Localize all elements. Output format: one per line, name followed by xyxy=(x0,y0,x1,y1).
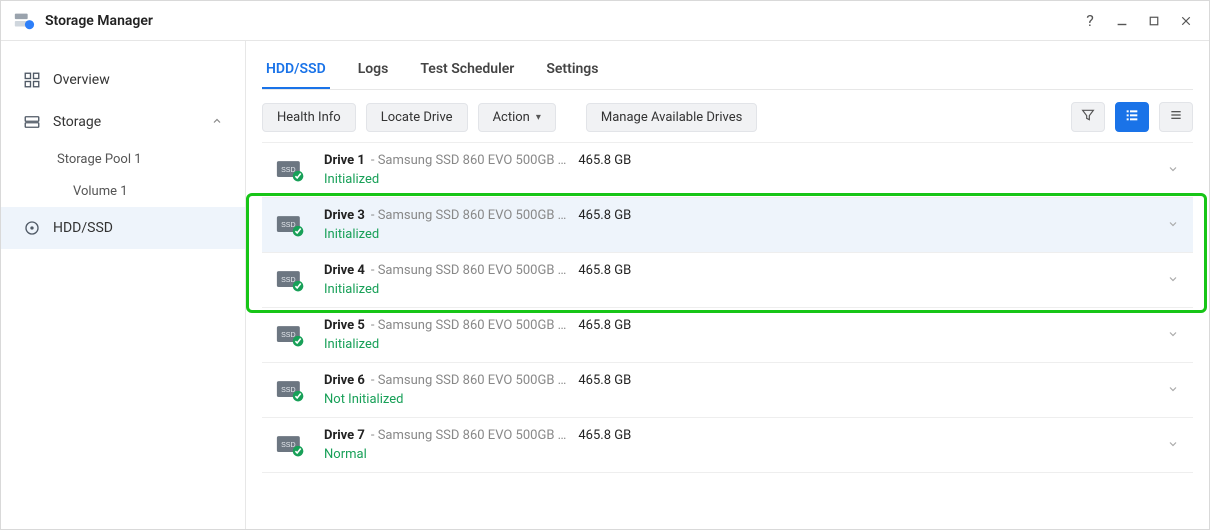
drive-size: 465.8 GB xyxy=(578,373,631,388)
drive-size: 465.8 GB xyxy=(578,428,631,443)
drive-row[interactable]: SSD Drive 7 - Samsung SSD 860 EVO 500GB … xyxy=(262,417,1193,473)
close-button[interactable] xyxy=(1175,10,1197,32)
drive-list: SSD Drive 1 - Samsung SSD 860 EVO 500GB … xyxy=(262,142,1193,473)
drive-name: Drive 3 xyxy=(324,208,365,223)
app-window: Storage Manager ? Overview xyxy=(0,0,1210,530)
minimize-button[interactable] xyxy=(1111,10,1133,32)
locate-drive-button[interactable]: Locate Drive xyxy=(366,103,468,132)
compact-view-button[interactable] xyxy=(1159,102,1193,132)
sidebar-item-storage-pool-1[interactable]: Storage Pool 1 xyxy=(1,143,245,175)
toolbar: Health Info Locate Drive Action ▾ Manage… xyxy=(262,90,1193,142)
sidebar-item-label: Volume 1 xyxy=(73,184,128,199)
tab-hdd-ssd[interactable]: HDD/SSD xyxy=(262,53,330,89)
svg-text:SSD: SSD xyxy=(281,167,296,174)
drive-row[interactable]: SSD Drive 3 - Samsung SSD 860 EVO 500GB … xyxy=(262,197,1193,252)
drive-row[interactable]: SSD Drive 1 - Samsung SSD 860 EVO 500GB … xyxy=(262,142,1193,197)
filter-button[interactable] xyxy=(1071,102,1105,132)
ssd-icon: SSD xyxy=(276,268,306,292)
chevron-down-icon xyxy=(1167,163,1179,178)
chevron-up-icon xyxy=(211,115,223,130)
ssd-icon: SSD xyxy=(276,213,306,237)
drive-status: Initialized xyxy=(324,172,631,187)
list-icon xyxy=(1124,107,1140,127)
ssd-icon: SSD xyxy=(276,433,306,457)
main-panel: HDD/SSD Logs Test Scheduler Settings Hea… xyxy=(246,41,1209,529)
menu-icon xyxy=(1168,107,1184,127)
svg-text:SSD: SSD xyxy=(281,332,296,339)
drive-name: Drive 7 xyxy=(324,428,365,443)
svg-text:SSD: SSD xyxy=(281,442,296,449)
tab-logs[interactable]: Logs xyxy=(354,53,393,89)
help-button[interactable]: ? xyxy=(1079,10,1101,32)
drive-model: - Samsung SSD 860 EVO 500GB … xyxy=(371,318,566,333)
drive-name: Drive 1 xyxy=(324,153,365,168)
drive-size: 465.8 GB xyxy=(578,208,631,223)
drive-model: - Samsung SSD 860 EVO 500GB … xyxy=(371,263,566,278)
chevron-down-icon xyxy=(1167,438,1179,453)
drive-size: 465.8 GB xyxy=(578,153,631,168)
action-button[interactable]: Action ▾ xyxy=(478,103,556,132)
drive-row[interactable]: SSD Drive 6 - Samsung SSD 860 EVO 500GB … xyxy=(262,362,1193,417)
drive-model: - Samsung SSD 860 EVO 500GB … xyxy=(371,428,566,443)
tabs: HDD/SSD Logs Test Scheduler Settings xyxy=(262,41,1193,90)
drive-status: Normal xyxy=(324,447,631,462)
tab-test-scheduler[interactable]: Test Scheduler xyxy=(416,53,518,89)
sidebar: Overview Storage Storage Pool 1 Volume 1 xyxy=(1,41,246,529)
maximize-button[interactable] xyxy=(1143,10,1165,32)
chevron-down-icon xyxy=(1167,383,1179,398)
sidebar-item-label: HDD/SSD xyxy=(53,220,113,236)
sidebar-item-label: Overview xyxy=(53,72,110,88)
sidebar-item-overview[interactable]: Overview xyxy=(1,59,245,101)
drive-status: Initialized xyxy=(324,282,631,297)
ssd-icon: SSD xyxy=(276,323,306,347)
drive-name: Drive 4 xyxy=(324,263,365,278)
drive-row[interactable]: SSD Drive 4 - Samsung SSD 860 EVO 500GB … xyxy=(262,252,1193,307)
svg-text:SSD: SSD xyxy=(281,387,296,394)
annotation-arrow xyxy=(246,223,248,253)
app-icon xyxy=(13,10,35,32)
chevron-down-icon xyxy=(1167,328,1179,343)
storage-icon xyxy=(23,113,41,131)
sidebar-item-hdd-ssd[interactable]: HDD/SSD xyxy=(1,207,245,249)
chevron-down-icon xyxy=(1167,273,1179,288)
drive-model: - Samsung SSD 860 EVO 500GB … xyxy=(371,373,566,388)
svg-text:SSD: SSD xyxy=(281,222,296,229)
tab-settings[interactable]: Settings xyxy=(542,53,602,89)
drive-name: Drive 6 xyxy=(324,373,365,388)
drive-status: Initialized xyxy=(324,337,631,352)
sidebar-item-label: Storage xyxy=(53,114,101,130)
dashboard-icon xyxy=(23,71,41,89)
svg-text:SSD: SSD xyxy=(281,277,296,284)
drive-name: Drive 5 xyxy=(324,318,365,333)
sidebar-item-volume-1[interactable]: Volume 1 xyxy=(1,175,245,207)
app-title: Storage Manager xyxy=(45,13,153,29)
drive-status: Not Initialized xyxy=(324,392,631,407)
drive-row[interactable]: SSD Drive 5 - Samsung SSD 860 EVO 500GB … xyxy=(262,307,1193,362)
drive-model: - Samsung SSD 860 EVO 500GB … xyxy=(371,153,566,168)
list-view-button[interactable] xyxy=(1115,102,1149,132)
drive-status: Initialized xyxy=(324,227,631,242)
health-info-button[interactable]: Health Info xyxy=(262,103,356,132)
manage-available-drives-button[interactable]: Manage Available Drives xyxy=(586,103,757,132)
caret-down-icon: ▾ xyxy=(536,112,541,123)
drive-icon xyxy=(23,219,41,237)
drive-size: 465.8 GB xyxy=(578,263,631,278)
sidebar-item-label: Storage Pool 1 xyxy=(57,152,142,167)
drive-model: - Samsung SSD 860 EVO 500GB … xyxy=(371,208,566,223)
chevron-down-icon xyxy=(1167,218,1179,233)
titlebar: Storage Manager ? xyxy=(1,1,1209,41)
drive-size: 465.8 GB xyxy=(578,318,631,333)
sidebar-item-storage[interactable]: Storage xyxy=(1,101,245,143)
ssd-icon: SSD xyxy=(276,378,306,402)
funnel-icon xyxy=(1080,107,1096,127)
ssd-icon: SSD xyxy=(276,158,306,182)
